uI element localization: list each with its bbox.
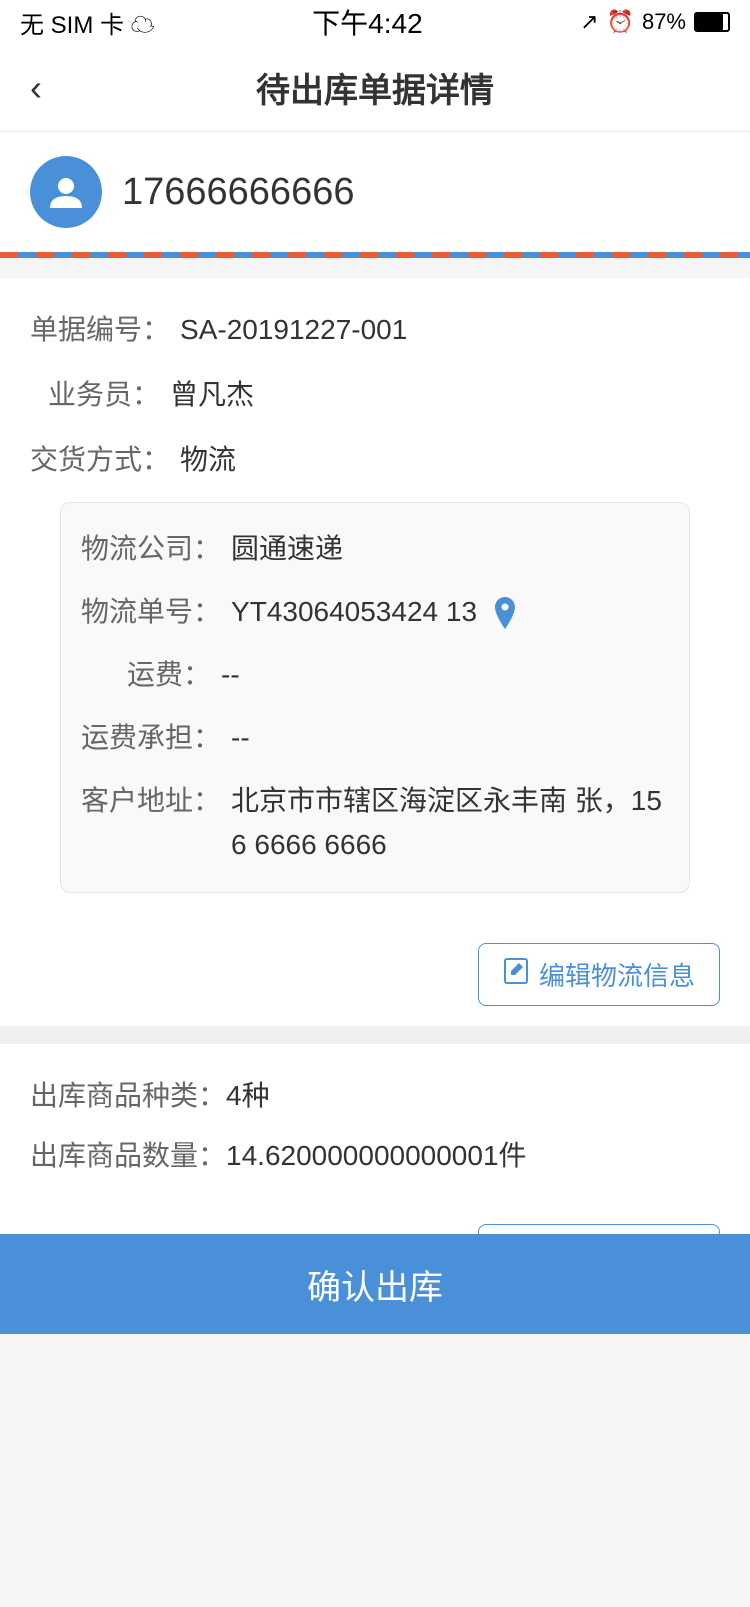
tracking-number: YT43064053424 13	[231, 590, 477, 635]
sim-status: 无 SIM 卡 ☁	[20, 5, 155, 40]
freight-value: --	[221, 653, 669, 698]
alarm-icon: ⏰	[607, 9, 634, 35]
freight-bear-value: --	[231, 716, 669, 761]
edit-icon	[503, 957, 531, 992]
battery-icon	[694, 12, 730, 32]
goods-type-row: 出库商品种类： 4种	[30, 1074, 720, 1114]
doc-number-value: SA-20191227-001	[180, 308, 720, 353]
battery-text: 87%	[642, 9, 686, 35]
freight-row: 运费： --	[81, 653, 669, 698]
document-info-section: 单据编号： SA-20191227-001 业务员： 曾凡杰 交货方式： 物流 …	[0, 278, 750, 923]
goods-quantity-row: 出库商品数量： 14.620000000000001件	[30, 1134, 720, 1174]
logistics-company-label: 物流公司：	[81, 527, 231, 572]
map-pin-icon[interactable]	[487, 595, 523, 631]
address-label: 客户地址：	[81, 779, 231, 824]
staff-value: 曾凡杰	[170, 373, 720, 418]
freight-label: 运费：	[81, 653, 221, 698]
back-icon: ‹	[30, 67, 42, 109]
goods-section: 出库商品种类： 4种 出库商品数量： 14.620000000000001件	[0, 1044, 750, 1214]
goods-quantity-value: 14.620000000000001件	[226, 1134, 527, 1174]
edit-logistics-container: 编辑物流信息	[0, 923, 750, 1026]
logistics-company-row: 物流公司： 圆通速递	[81, 527, 669, 572]
status-right: ↗ ⏰ 87%	[580, 9, 730, 35]
logistics-tracking-row: 物流单号： YT43064053424 13	[81, 590, 669, 635]
location-icon-status: ↗	[580, 9, 598, 35]
goods-type-value: 4种	[226, 1074, 270, 1114]
freight-bear-label: 运费承担：	[81, 716, 231, 761]
goods-type-label: 出库商品种类：	[30, 1074, 226, 1114]
address-row: 客户地址： 北京市市辖区海淀区永丰南 张，156 6666 6666	[81, 779, 669, 869]
bottom-spacer	[0, 1307, 750, 1507]
avatar	[30, 156, 102, 228]
customer-header: 17666666666	[0, 132, 750, 252]
confirm-bar[interactable]: 确认出库	[0, 1234, 750, 1334]
staff-label: 业务员：	[30, 373, 170, 418]
customer-phone: 17666666666	[122, 171, 354, 214]
edit-logistics-button[interactable]: 编辑物流信息	[478, 943, 720, 1006]
freight-bear-row: 运费承担： --	[81, 716, 669, 761]
status-left: 无 SIM 卡 ☁	[20, 5, 155, 40]
logistics-tracking-label: 物流单号：	[81, 590, 231, 635]
back-button[interactable]: ‹	[30, 67, 42, 109]
delivery-row: 交货方式： 物流	[30, 438, 720, 483]
status-time: 下午4:42	[312, 2, 423, 42]
decorative-divider	[0, 252, 750, 258]
goods-quantity-label: 出库商品数量：	[30, 1134, 226, 1174]
section-divider	[0, 1026, 750, 1044]
page-title: 待出库单据详情	[256, 63, 494, 112]
delivery-value: 物流	[180, 438, 720, 483]
doc-number-label: 单据编号：	[30, 308, 180, 353]
doc-number-row: 单据编号： SA-20191227-001	[30, 308, 720, 353]
logistics-tracking-value: YT43064053424 13	[231, 590, 669, 635]
logistics-card: 物流公司： 圆通速递 物流单号： YT43064053424 13 运费： --…	[60, 502, 690, 893]
staff-row: 业务员： 曾凡杰	[30, 373, 720, 418]
logistics-company-value: 圆通速递	[231, 527, 669, 572]
edit-logistics-label: 编辑物流信息	[539, 956, 695, 993]
status-bar: 无 SIM 卡 ☁ 下午4:42 ↗ ⏰ 87%	[0, 0, 750, 44]
address-value: 北京市市辖区海淀区永丰南 张，156 6666 6666	[231, 779, 669, 869]
nav-bar: ‹ 待出库单据详情	[0, 44, 750, 132]
delivery-label: 交货方式：	[30, 438, 180, 483]
confirm-text: 确认出库	[307, 1260, 443, 1309]
